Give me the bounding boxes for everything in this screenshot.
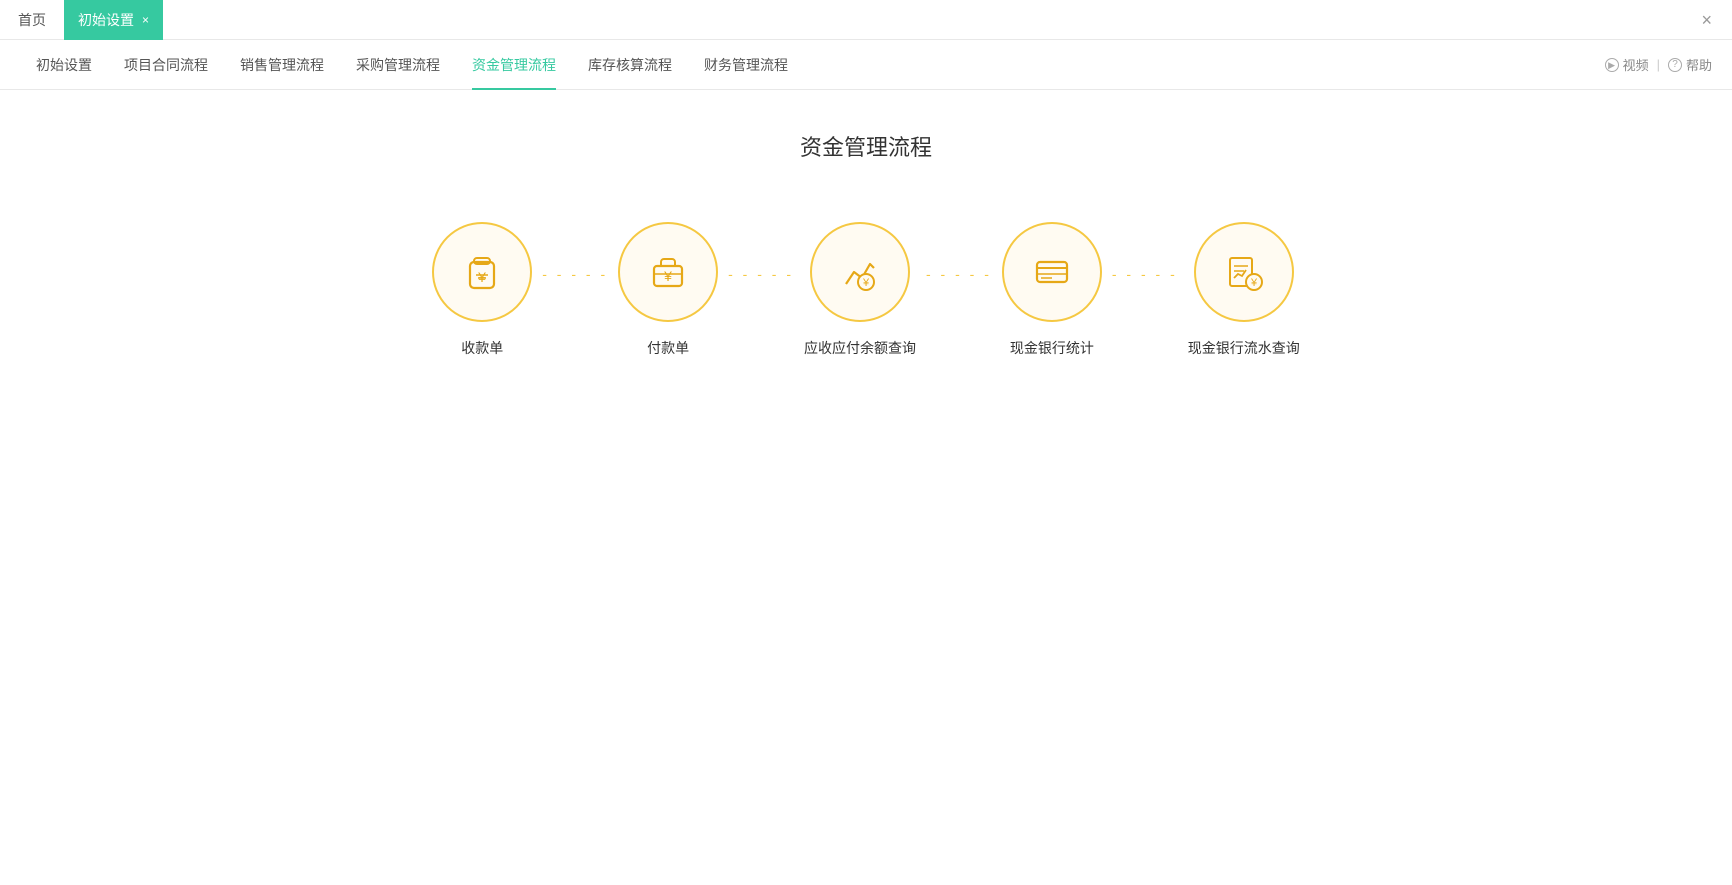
nav-item-project-contract[interactable]: 项目合同流程	[108, 40, 224, 90]
dots-4: - - - - -	[1112, 266, 1178, 282]
dots-2: - - - - -	[728, 266, 794, 282]
connector-3: - - - - -	[916, 266, 1002, 282]
cash-bank-icon	[1028, 248, 1076, 296]
flow-item-receipt[interactable]: ¥ 收款单	[432, 222, 532, 358]
window-close-button[interactable]: ×	[1681, 0, 1732, 40]
nav-divider: |	[1657, 57, 1660, 72]
top-bar: 首页 初始设置 × ×	[0, 0, 1732, 40]
balance-query-circle: ¥	[810, 222, 910, 322]
help-circle-icon: ?	[1668, 58, 1682, 72]
flow-container: ¥ 收款单 - - - - - ¥ 付款单	[266, 222, 1466, 358]
receipt-circle: ¥	[432, 222, 532, 322]
balance-query-label: 应收应付余额查询	[804, 338, 916, 358]
balance-query-icon: ¥	[836, 248, 884, 296]
flow-item-payment[interactable]: ¥ 付款单	[618, 222, 718, 358]
video-circle-icon: ▶	[1605, 58, 1619, 72]
nav-item-purchase-management[interactable]: 采购管理流程	[340, 40, 456, 90]
nav-item-finance-management[interactable]: 财务管理流程	[688, 40, 804, 90]
nav-right-section: ▶ 视频 | ? 帮助	[1605, 55, 1712, 74]
receipt-icon: ¥	[458, 248, 506, 296]
nav-item-fund-management[interactable]: 资金管理流程	[456, 40, 572, 90]
dots-1: - - - - -	[542, 266, 608, 282]
help-video-button[interactable]: ▶ 视频	[1605, 55, 1649, 74]
cash-bank-flow-icon: ¥	[1220, 248, 1268, 296]
cash-bank-stats-label: 现金银行统计	[1010, 338, 1094, 358]
help-button[interactable]: ? 帮助	[1668, 55, 1712, 74]
flow-item-balance-query[interactable]: ¥ 应收应付余额查询	[804, 222, 916, 358]
help-label: 帮助	[1686, 55, 1712, 74]
cash-bank-flow-circle: ¥	[1194, 222, 1294, 322]
main-content: 资金管理流程 ¥ 收款单 - - - - -	[0, 90, 1732, 885]
active-tab[interactable]: 初始设置 ×	[64, 0, 163, 40]
nav-bar: 初始设置 项目合同流程 销售管理流程 采购管理流程 资金管理流程 库存核算流程 …	[0, 40, 1732, 90]
connector-2: - - - - -	[718, 266, 804, 282]
page-title: 资金管理流程	[20, 130, 1712, 162]
svg-text:¥: ¥	[663, 268, 672, 284]
dots-3: - - - - -	[926, 266, 992, 282]
payment-label: 付款单	[647, 338, 689, 358]
cash-bank-flow-label: 现金银行流水查询	[1188, 338, 1300, 358]
cash-bank-stats-circle	[1002, 222, 1102, 322]
flow-item-cash-bank-stats[interactable]: 现金银行统计	[1002, 222, 1102, 358]
payment-icon: ¥	[644, 248, 692, 296]
home-tab[interactable]: 首页	[0, 0, 64, 40]
svg-text:¥: ¥	[862, 277, 870, 289]
nav-item-inventory-calc[interactable]: 库存核算流程	[572, 40, 688, 90]
nav-item-sales-management[interactable]: 销售管理流程	[224, 40, 340, 90]
video-label: 视频	[1623, 55, 1649, 74]
payment-circle: ¥	[618, 222, 718, 322]
active-tab-label: 初始设置	[78, 10, 134, 30]
flow-item-cash-bank-flow[interactable]: ¥ 现金银行流水查询	[1188, 222, 1300, 358]
connector-4: - - - - -	[1102, 266, 1188, 282]
receipt-label: 收款单	[461, 338, 503, 358]
connector-1: - - - - -	[532, 266, 618, 282]
svg-text:¥: ¥	[477, 269, 486, 285]
tab-close-icon[interactable]: ×	[142, 13, 149, 27]
svg-text:¥: ¥	[1250, 277, 1258, 289]
nav-item-initial-setup[interactable]: 初始设置	[20, 40, 108, 90]
